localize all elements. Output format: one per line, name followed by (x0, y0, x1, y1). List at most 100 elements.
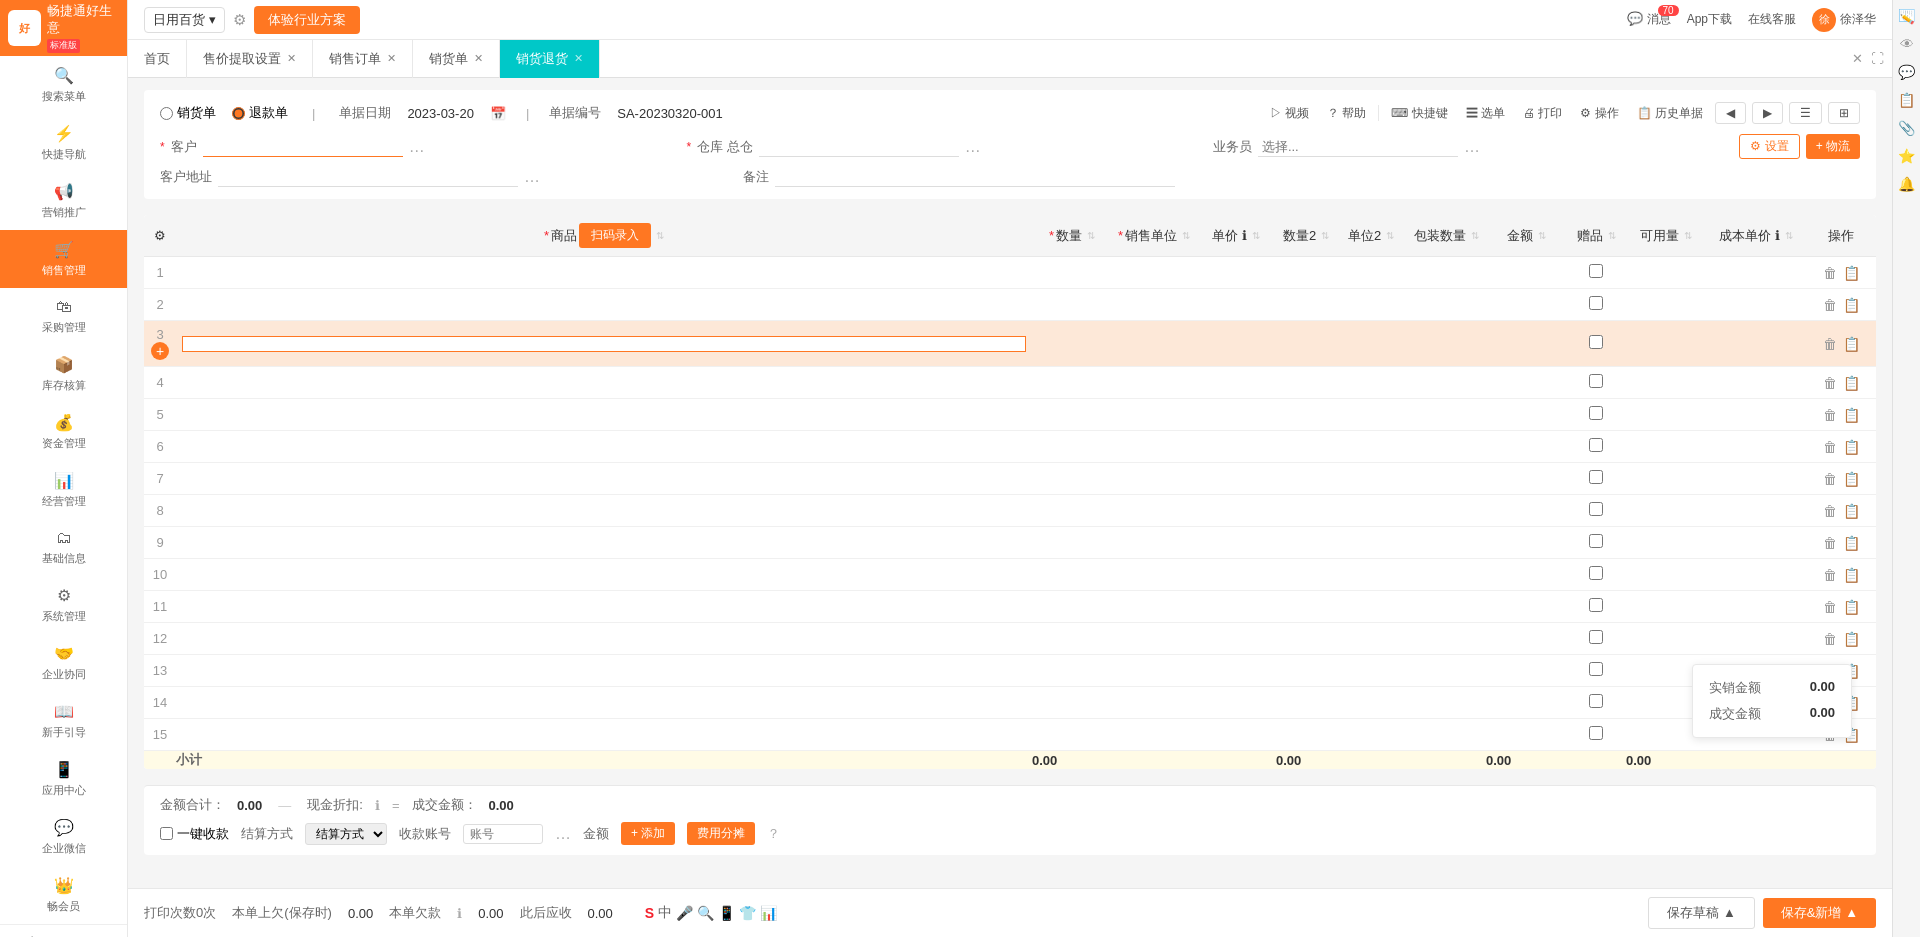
address-picker-icon[interactable]: … (524, 168, 540, 186)
cost-cell[interactable] (1706, 257, 1806, 289)
avail-cell[interactable] (1626, 367, 1706, 399)
unit-cell[interactable] (1112, 321, 1196, 367)
sort-icon[interactable]: ⇅ (656, 230, 664, 241)
qty-cell[interactable] (1032, 655, 1112, 687)
help-button[interactable]: ？ 帮助 (1321, 103, 1372, 124)
avail-cell[interactable] (1626, 559, 1706, 591)
gift-cell[interactable] (1566, 591, 1626, 623)
price-cell[interactable] (1196, 719, 1276, 751)
sidebar-item-finance[interactable]: 💰 资金管理 (0, 403, 127, 461)
avail-cell[interactable] (1626, 623, 1706, 655)
pack-cell[interactable] (1406, 591, 1486, 623)
unit2-cell[interactable] (1336, 719, 1406, 751)
product-cell[interactable] (176, 719, 1032, 751)
product-cell[interactable]: + (176, 321, 1032, 367)
unit2-cell[interactable] (1336, 367, 1406, 399)
gift-checkbox[interactable] (1589, 598, 1603, 612)
account-picker-icon[interactable]: … (555, 825, 571, 843)
gear-icon[interactable]: ⚙ (233, 11, 246, 29)
gift-checkbox[interactable] (1589, 534, 1603, 548)
qty2-cell[interactable] (1276, 559, 1336, 591)
delete-icon[interactable]: 🗑 (1823, 439, 1837, 455)
message-button[interactable]: 💬 70 消息 (1627, 11, 1671, 28)
product-cell[interactable] (176, 431, 1032, 463)
product-cell[interactable] (176, 367, 1032, 399)
gift-checkbox[interactable] (1589, 630, 1603, 644)
unit-cell[interactable] (1112, 527, 1196, 559)
pack-cell[interactable] (1406, 257, 1486, 289)
fee-split-button[interactable]: 费用分摊 (687, 822, 755, 845)
unit2-cell[interactable] (1336, 591, 1406, 623)
save-new-button[interactable]: 保存&新增 ▲ (1763, 898, 1876, 928)
user-info[interactable]: 徐 徐泽华 (1812, 8, 1876, 32)
gift-cell[interactable] (1566, 655, 1626, 687)
qty2-cell[interactable] (1276, 495, 1336, 527)
sort-icon[interactable]: ⇅ (1321, 230, 1329, 241)
unit2-cell[interactable] (1336, 559, 1406, 591)
shortcut-button[interactable]: ⌨ 快捷键 (1385, 103, 1453, 124)
sidebar-item-operations[interactable]: 📊 经营管理 (0, 461, 127, 519)
delete-icon[interactable]: 🗑 (1823, 567, 1837, 583)
copy-icon[interactable]: 📋 (1843, 265, 1860, 281)
qty2-cell[interactable] (1276, 367, 1336, 399)
qty2-cell[interactable] (1276, 399, 1336, 431)
cost-cell[interactable] (1706, 463, 1806, 495)
cost-cell[interactable] (1706, 495, 1806, 527)
amount-cell[interactable] (1486, 719, 1566, 751)
product-cell[interactable] (176, 687, 1032, 719)
avail-cell[interactable] (1626, 399, 1706, 431)
amount-cell[interactable] (1486, 655, 1566, 687)
qty-cell[interactable] (1032, 289, 1112, 321)
unit2-cell[interactable] (1336, 321, 1406, 367)
delete-icon[interactable]: 🗑 (1823, 265, 1837, 281)
maximize-icon[interactable]: ⛶ (1871, 51, 1884, 66)
price-cell[interactable] (1196, 495, 1276, 527)
price-cell[interactable] (1196, 463, 1276, 495)
amount-cell[interactable] (1486, 399, 1566, 431)
product-cell[interactable] (176, 655, 1032, 687)
customer-picker-icon[interactable]: … (409, 138, 425, 156)
sidebar-item-basic[interactable]: 🗂 基础信息 (0, 519, 127, 576)
customer-input[interactable] (203, 137, 403, 157)
gift-cell[interactable] (1566, 719, 1626, 751)
gift-checkbox[interactable] (1589, 438, 1603, 452)
amount-cell[interactable] (1486, 431, 1566, 463)
sort-icon[interactable]: ⇅ (1471, 230, 1479, 241)
qty-cell[interactable] (1032, 257, 1112, 289)
copy-icon[interactable]: 📋 (1843, 535, 1860, 551)
delete-icon[interactable]: 🗑 (1823, 375, 1837, 391)
qty-cell[interactable] (1032, 687, 1112, 719)
sidebar-item-collab[interactable]: 🤝 企业协同 (0, 634, 127, 692)
sidebar-item-apps[interactable]: 📱 应用中心 (0, 750, 127, 808)
product-cell[interactable] (176, 289, 1032, 321)
delete-icon[interactable]: 🗑 (1823, 336, 1837, 352)
sidebar-item-sales[interactable]: 🛒 销售管理 (0, 230, 127, 288)
unit-cell[interactable] (1112, 495, 1196, 527)
qty2-cell[interactable] (1276, 591, 1336, 623)
note-input[interactable] (775, 167, 1175, 187)
avail-cell[interactable] (1626, 289, 1706, 321)
pack-cell[interactable] (1406, 719, 1486, 751)
app-download-link[interactable]: App下载 (1687, 11, 1732, 28)
tab-sales[interactable]: 销货单 ✕ (413, 40, 500, 78)
cost-cell[interactable] (1706, 623, 1806, 655)
radio-return[interactable]: 退款单 (232, 104, 288, 122)
amount-cell[interactable] (1486, 463, 1566, 495)
avail-cell[interactable] (1626, 495, 1706, 527)
settings-icon[interactable]: ⚙ (25, 933, 39, 937)
unit-cell[interactable] (1112, 289, 1196, 321)
qty-cell[interactable] (1032, 399, 1112, 431)
gift-cell[interactable] (1566, 399, 1626, 431)
close-icon[interactable]: ✕ (287, 52, 296, 65)
gift-checkbox[interactable] (1589, 662, 1603, 676)
right-icon-7[interactable]: 🔔 (1898, 176, 1915, 192)
amount-cell[interactable] (1486, 559, 1566, 591)
copy-icon[interactable]: 📋 (1843, 439, 1860, 455)
sort-icon[interactable]: ⇅ (1538, 230, 1546, 241)
qty2-cell[interactable] (1276, 719, 1336, 751)
gift-cell[interactable] (1566, 431, 1626, 463)
avail-cell[interactable] (1626, 321, 1706, 367)
add-button[interactable]: + 添加 (621, 822, 675, 845)
amount-cell[interactable] (1486, 495, 1566, 527)
cost-cell[interactable] (1706, 321, 1806, 367)
